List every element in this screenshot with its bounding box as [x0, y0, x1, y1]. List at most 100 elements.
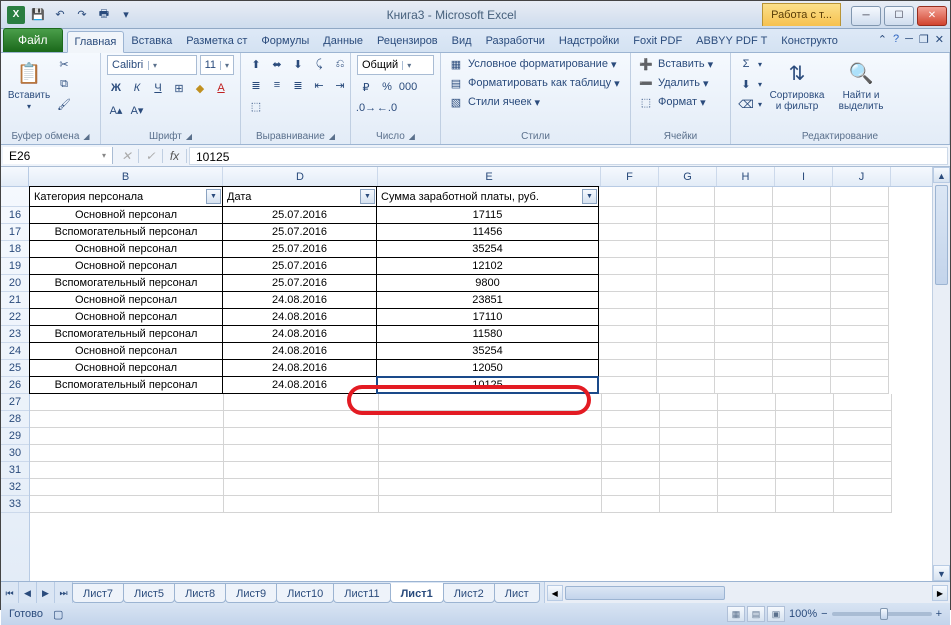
empty-cell[interactable] [30, 394, 224, 411]
name-box[interactable]: E26▾ [3, 147, 113, 164]
autosum-icon[interactable]: Σ [737, 55, 755, 73]
empty-cell[interactable] [30, 496, 224, 513]
table-header-cell[interactable]: Категория персонала▼ [29, 186, 223, 207]
empty-cell[interactable] [715, 207, 773, 224]
col-header[interactable]: D [223, 167, 378, 186]
align-bottom-icon[interactable]: ⬇ [289, 55, 307, 73]
empty-cell[interactable] [602, 411, 660, 428]
file-tab[interactable]: Файл [3, 28, 63, 52]
data-cell[interactable]: 23851 [376, 291, 599, 309]
empty-cell[interactable] [602, 445, 660, 462]
empty-cell[interactable] [660, 394, 718, 411]
empty-cell[interactable] [715, 258, 773, 275]
align-top-icon[interactable]: ⬆ [247, 55, 265, 73]
sheet-tab[interactable]: Лист8 [174, 583, 226, 603]
scroll-up-icon[interactable]: ▲ [933, 167, 950, 183]
empty-cell[interactable] [831, 207, 889, 224]
align-middle-icon[interactable]: ⬌ [268, 55, 286, 73]
ribbon-tab-6[interactable]: Вид [445, 31, 479, 52]
close-button[interactable]: ✕ [917, 6, 947, 26]
help-icon[interactable]: ? [893, 33, 899, 46]
data-cell[interactable]: 10125 [376, 376, 599, 394]
empty-cell[interactable] [599, 292, 657, 309]
empty-cell[interactable] [831, 309, 889, 326]
row-header[interactable]: 30 [1, 445, 29, 462]
merge-icon[interactable]: ⬚ [247, 97, 265, 115]
col-header[interactable]: B [29, 167, 223, 186]
empty-cell[interactable] [660, 479, 718, 496]
empty-cell[interactable] [831, 292, 889, 309]
empty-cell[interactable] [602, 479, 660, 496]
empty-cell[interactable] [718, 428, 776, 445]
empty-cell[interactable] [776, 445, 834, 462]
empty-cell[interactable] [715, 360, 773, 377]
sheet-tab[interactable]: Лист2 [443, 583, 495, 603]
empty-cell[interactable] [773, 377, 831, 394]
row-header[interactable]: 29 [1, 428, 29, 445]
empty-cell[interactable] [599, 326, 657, 343]
empty-cell[interactable] [834, 445, 892, 462]
empty-cell[interactable] [831, 275, 889, 292]
empty-cell[interactable] [224, 496, 379, 513]
select-all-button[interactable] [1, 167, 29, 187]
col-header[interactable]: J [833, 167, 891, 186]
empty-cell[interactable] [773, 241, 831, 258]
row-headers[interactable]: 161718192021222324252627282930313233 [1, 187, 30, 581]
empty-cell[interactable] [599, 275, 657, 292]
empty-cell[interactable] [379, 496, 602, 513]
data-cell[interactable]: Основной персонал [29, 240, 223, 258]
data-cell[interactable]: 35254 [376, 240, 599, 258]
data-cell[interactable]: Основной персонал [29, 308, 223, 326]
empty-cell[interactable] [831, 258, 889, 275]
table-header-cell[interactable]: Дата▼ [222, 186, 377, 207]
prev-sheet-icon[interactable]: ◀ [19, 582, 37, 603]
row-header[interactable]: 28 [1, 411, 29, 428]
empty-cell[interactable] [715, 241, 773, 258]
empty-cell[interactable] [602, 394, 660, 411]
scroll-left-icon[interactable]: ◀ [547, 585, 563, 601]
launcher-icon[interactable]: ◢ [329, 132, 335, 141]
data-cell[interactable]: 17115 [376, 206, 599, 224]
empty-cell[interactable] [599, 309, 657, 326]
data-cell[interactable]: 25.07.2016 [222, 223, 377, 241]
increase-indent-icon[interactable]: ⇥ [331, 76, 349, 94]
row-header[interactable]: 32 [1, 479, 29, 496]
horizontal-scrollbar[interactable]: ◀ ▶ [544, 582, 950, 603]
col-header[interactable]: G [659, 167, 717, 186]
comma-icon[interactable]: 000 [399, 78, 417, 96]
filter-icon[interactable]: ▼ [206, 189, 221, 204]
qat-more-icon[interactable]: ▾ [117, 6, 135, 24]
filter-icon[interactable]: ▼ [582, 189, 597, 204]
bold-button[interactable]: Ж [107, 79, 125, 97]
empty-cell[interactable] [657, 187, 715, 207]
empty-cell[interactable] [831, 241, 889, 258]
sheet-tab[interactable]: Лист10 [276, 583, 334, 603]
doc-restore-icon[interactable]: ❐ [919, 33, 929, 46]
empty-cell[interactable] [657, 309, 715, 326]
launcher-icon[interactable]: ◢ [83, 132, 89, 141]
empty-cell[interactable] [602, 496, 660, 513]
data-cell[interactable]: 11456 [376, 223, 599, 241]
empty-cell[interactable] [30, 479, 224, 496]
find-select-button[interactable]: 🔍 Найти и выделить [832, 55, 890, 117]
empty-cell[interactable] [715, 309, 773, 326]
decrease-decimal-icon[interactable]: ←.0 [378, 99, 396, 117]
empty-cell[interactable] [776, 394, 834, 411]
row-header[interactable]: 21 [1, 292, 29, 309]
cells-area[interactable]: Категория персонала▼Дата▼Сумма заработно… [30, 187, 932, 581]
table-header-cell[interactable]: Сумма заработной платы, руб.▼ [376, 186, 599, 207]
filter-icon[interactable]: ▼ [360, 189, 375, 204]
row-header[interactable]: 16 [1, 207, 29, 224]
border-button[interactable]: ⊞ [170, 79, 188, 97]
launcher-icon[interactable]: ◢ [186, 132, 192, 141]
empty-cell[interactable] [224, 479, 379, 496]
fill-color-button[interactable]: ◆ [191, 79, 209, 97]
empty-cell[interactable] [776, 496, 834, 513]
ribbon-tab-2[interactable]: Разметка ст [179, 31, 254, 52]
empty-cell[interactable] [657, 343, 715, 360]
data-cell[interactable]: 24.08.2016 [222, 308, 377, 326]
data-cell[interactable]: 35254 [376, 342, 599, 360]
row-header[interactable]: 18 [1, 241, 29, 258]
empty-cell[interactable] [715, 224, 773, 241]
data-cell[interactable]: Основной персонал [29, 206, 223, 224]
